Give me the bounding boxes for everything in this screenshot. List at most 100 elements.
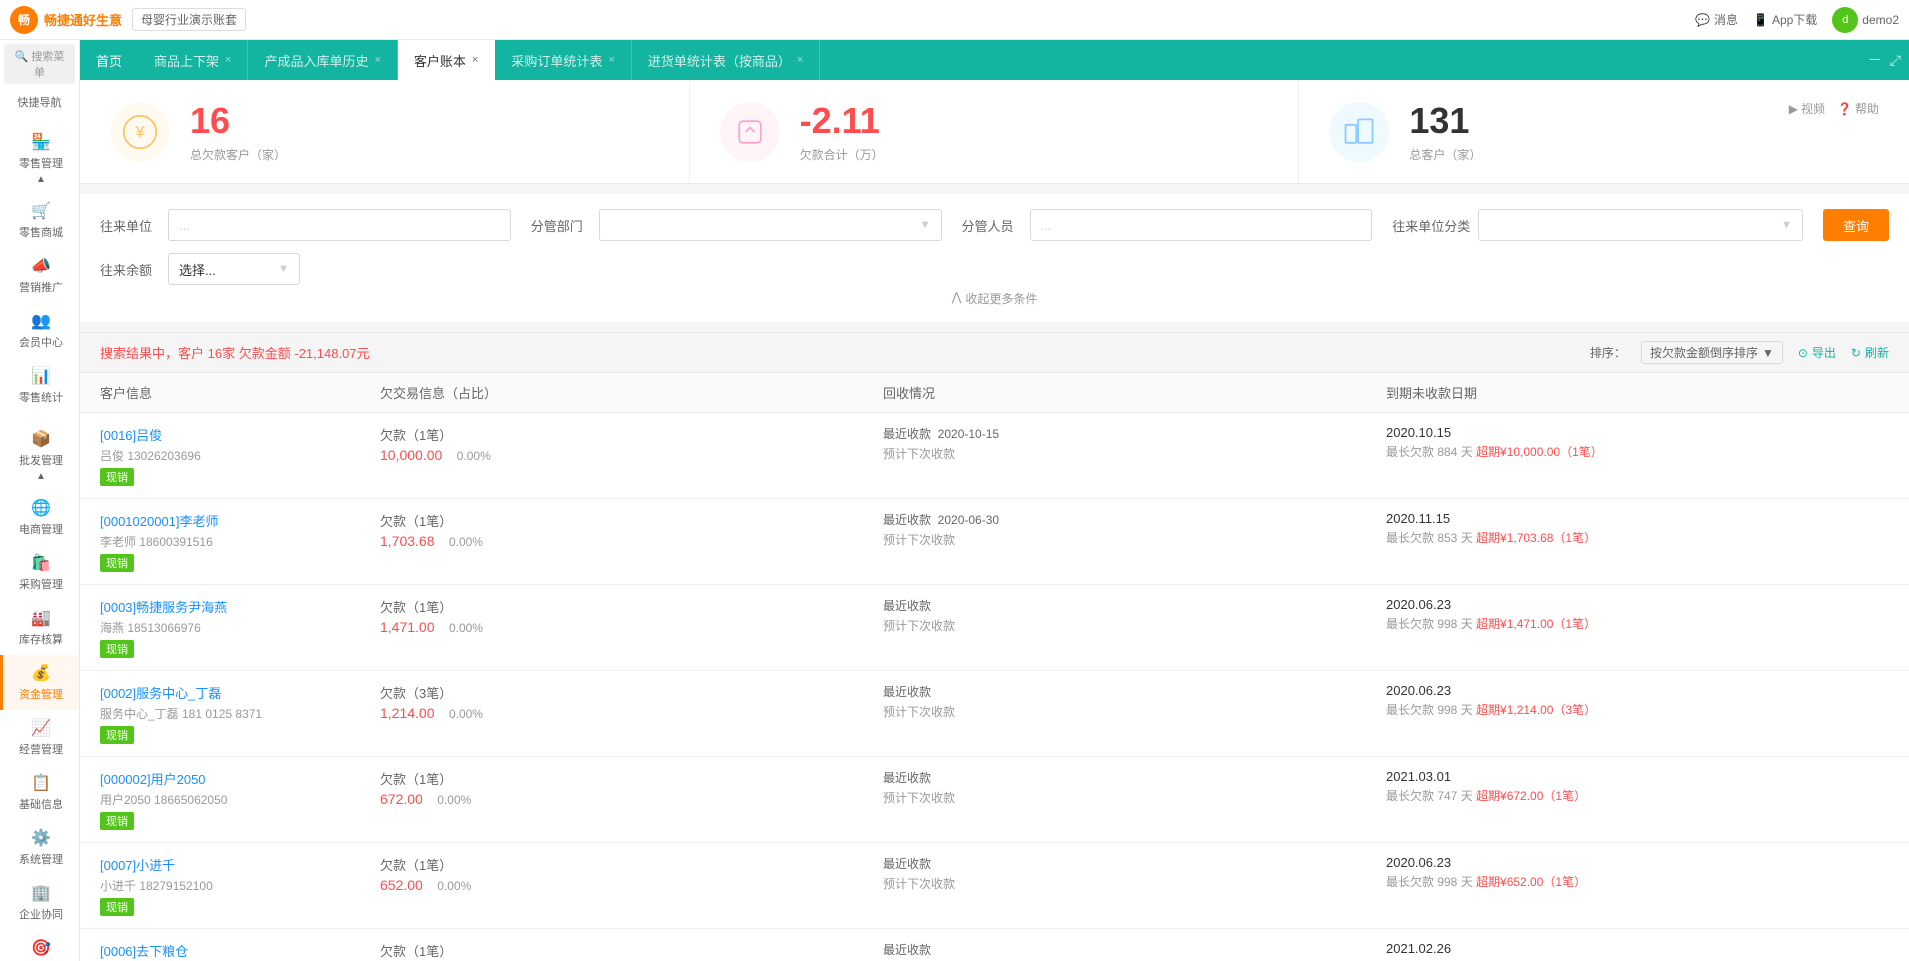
stat-icon-amount [720, 102, 780, 162]
unit-category-select[interactable]: ▼ [1478, 209, 1803, 241]
tab-minimize-button[interactable]: － [1868, 50, 1882, 70]
expand-arrow-icon-2: ▲ [36, 471, 46, 482]
help-button[interactable]: ❓ 帮助 [1837, 100, 1879, 117]
customer-name-4[interactable]: [000002]用户2050 [100, 769, 380, 788]
view-video-button[interactable]: ▶ 视频 [1789, 100, 1825, 117]
sidebar-item-retail-stats[interactable]: 📊 零售统计 [0, 358, 79, 413]
tab-close-icon[interactable]: × [225, 54, 231, 66]
next-payment-label-4: 预计下次收款 [883, 789, 1386, 806]
tab-inbound-stats[interactable]: 进货单统计表（按商品） × [632, 40, 820, 80]
tab-product-history[interactable]: 产成品入库单历史 × [248, 40, 397, 80]
top-bar-left: 畅 畅捷通好生意 母婴行业演示账套 [10, 6, 246, 34]
quick-nav-button[interactable]: 快捷导航 [0, 88, 79, 116]
sidebar-item-label: 采购管理 [19, 576, 63, 592]
table-row: [0002]服务中心_丁磊 服务中心_丁磊 181 0125 8371 现销 欠… [80, 671, 1909, 757]
sidebar-item-capital[interactable]: 💰 资金管理 [0, 655, 79, 710]
overdue-days-2: 最长欠款 998 天 超期¥1,471.00（1笔） [1386, 615, 1889, 632]
manager-label: 分管人员 [962, 216, 1022, 235]
customer-name-6[interactable]: [0006]去下粮仓 [100, 941, 380, 960]
tab-product-shelf[interactable]: 商品上下架 × [138, 40, 248, 80]
debt-amount-4: 672.00 [380, 791, 423, 807]
manager-input[interactable]: ... [1030, 209, 1373, 241]
sidebar-item-basic-info[interactable]: 📋 基础信息 [0, 765, 79, 820]
sidebar-search[interactable]: 🔍 搜索菜单 [4, 44, 75, 84]
from-unit-dots: ... [179, 218, 190, 233]
tab-close-icon-4[interactable]: × [608, 54, 614, 66]
avatar-text: d [1842, 14, 1848, 26]
dept-select[interactable]: ▼ [599, 209, 942, 241]
next-payment-label-0: 预计下次收款 [883, 445, 1386, 462]
customer-name-0[interactable]: [0016]吕俊 [100, 425, 380, 444]
table-row: [0016]吕俊 吕俊 13026203696 现销 欠款（1笔） 10,000… [80, 413, 1909, 499]
sidebar-item-marketing[interactable]: 📣 营销推广 [0, 248, 79, 303]
results-summary-prefix: 搜索结果中，客户 [100, 346, 204, 361]
results-info: 搜索结果中，客户 16家 欠款金额 -21,148.07元 [100, 343, 370, 362]
customer-info-2: [0003]畅捷服务尹海燕 海燕 18513066976 现销 [100, 597, 380, 658]
stat-icon-total [1329, 102, 1389, 162]
tab-customer-ledger[interactable]: 客户账本 × [398, 40, 495, 80]
sidebar-item-retail-mgmt[interactable]: 🏪 零售管理 ▲ [0, 124, 79, 193]
customer-name-1[interactable]: [0001020001]李老师 [100, 511, 380, 530]
balance-select[interactable]: 选择... ▼ [168, 253, 300, 285]
export-button[interactable]: ⊙ 导出 [1798, 344, 1836, 361]
overdue-amount-link-0[interactable]: 超期¥10,000.00（1笔） [1476, 445, 1603, 459]
quick-nav-label: 快捷导航 [18, 94, 62, 110]
from-unit-input[interactable]: ... [168, 209, 511, 241]
customer-name-5[interactable]: [0007]小进千 [100, 855, 380, 874]
overdue-amount-link-1[interactable]: 超期¥1,703.68（1笔） [1476, 531, 1596, 545]
sidebar-item-member-center[interactable]: 👥 会员中心 [0, 303, 79, 358]
sidebar-item-retail-mall[interactable]: 🛒 零售商城 [0, 193, 79, 248]
customer-tag-5: 现销 [100, 898, 134, 916]
collapse-label: 收起更多条件 [965, 290, 1037, 307]
sidebar-item-enterprise[interactable]: 🏢 企业协同 [0, 875, 79, 930]
return-date-2: 最近收款 [883, 597, 1386, 614]
stat-card-overdue-amount: -2.11 欠款合计（万） [690, 80, 1300, 183]
app-download-button[interactable]: 📱 App下载 [1753, 11, 1817, 28]
overdue-amount-link-2[interactable]: 超期¥1,471.00（1笔） [1476, 617, 1596, 631]
filter-area: 往来单位 ... 分管部门 ▼ [80, 194, 1909, 322]
tab-close-icon-5[interactable]: × [797, 54, 803, 66]
return-date-4: 最近收款 [883, 769, 1386, 786]
tab-close-icon-2[interactable]: × [374, 54, 380, 66]
customer-info-0: [0016]吕俊 吕俊 13026203696 现销 [100, 425, 380, 486]
tab-close-icon-3[interactable]: × [472, 54, 478, 66]
customer-name-3[interactable]: [0002]服务中心_丁磊 [100, 683, 380, 702]
sidebar-item-batch-mgmt[interactable]: 📦 批发管理 ▲ [0, 421, 79, 490]
sidebar-item-label: 批发管理 [19, 452, 63, 468]
tab-purchase-stats[interactable]: 采购订单统计表 × [495, 40, 631, 80]
sidebar-item-purchase-mgmt[interactable]: 🛍️ 采购管理 [0, 545, 79, 600]
env-selector[interactable]: 母婴行业演示账套 [132, 8, 246, 31]
overdue-amount-label: 欠款合计（万） [800, 146, 1269, 163]
sidebar-item-ecommerce[interactable]: 🌐 电商管理 [0, 490, 79, 545]
search-icon: 🔍 [15, 51, 29, 63]
return-info-3: 最近收款 预计下次收款 [883, 683, 1386, 720]
search-button[interactable]: 查询 [1823, 209, 1889, 241]
message-button[interactable]: 💬 消息 [1695, 11, 1738, 28]
debt-info-6: 欠款（1笔） 455.90 0.00% [380, 941, 883, 961]
results-debt-amount: -21,148.07元 [294, 346, 369, 361]
overdue-amount-link-5[interactable]: 超期¥652.00（1笔） [1476, 875, 1586, 889]
customer-contact-5: 小进千 18279152100 [100, 877, 380, 894]
sort-select[interactable]: 按欠款金额倒序排序 ▼ [1641, 341, 1783, 364]
sidebar-item-operations[interactable]: 📈 经营管理 [0, 710, 79, 765]
debt-count-6: 欠款（1笔） [380, 941, 883, 960]
sort-label: 排序： [1590, 344, 1626, 361]
debt-amount-1: 1,703.68 [380, 533, 435, 549]
user-menu[interactable]: d demo2 [1832, 7, 1899, 33]
top-bar: 畅 畅捷通好生意 母婴行业演示账套 💬 消息 📱 App下载 d demo2 [0, 0, 1909, 40]
sidebar-item-system[interactable]: ⚙️ 系统管理 [0, 820, 79, 875]
customer-name-2[interactable]: [0003]畅捷服务尹海燕 [100, 597, 380, 616]
overdue-amount-link-4[interactable]: 超期¥672.00（1笔） [1476, 789, 1586, 803]
refresh-button[interactable]: ↻ 刷新 [1851, 344, 1889, 361]
download-icon: 📱 [1753, 13, 1768, 27]
col-header-customer: 客户信息 [100, 383, 380, 402]
enterprise-icon: 🏢 [31, 883, 51, 903]
overdue-amount-link-3[interactable]: 超期¥1,214.00（3笔） [1476, 703, 1596, 717]
collapse-bar[interactable]: ⋀ 收起更多条件 [100, 285, 1889, 312]
stat-icon-overdue: ¥ [110, 102, 170, 162]
debt-info-2: 欠款（1笔） 1,471.00 0.00% [380, 597, 883, 635]
sidebar-item-inventory[interactable]: 🏭 库存核算 [0, 600, 79, 655]
sidebar-item-newbie[interactable]: 🎯 新手引导 [0, 930, 79, 961]
tab-home[interactable]: 首页 [80, 40, 138, 80]
tab-maximize-button[interactable]: ⤢ [1890, 52, 1901, 69]
